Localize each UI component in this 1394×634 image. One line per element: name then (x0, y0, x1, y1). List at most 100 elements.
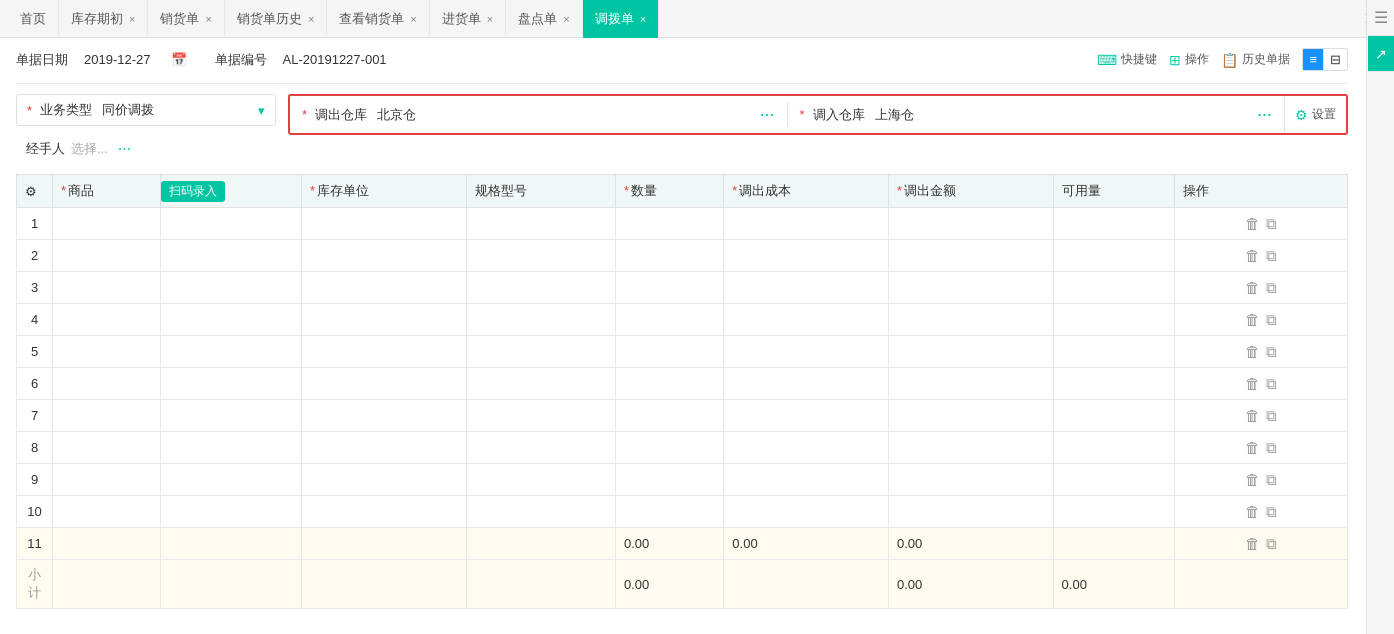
qty-cell-6[interactable] (615, 368, 723, 400)
delete-btn-5[interactable]: 🗑 (1245, 343, 1260, 360)
qty-cell-8[interactable] (615, 432, 723, 464)
tab-view-sales[interactable]: 查看销货单 × (327, 0, 429, 38)
qty-cell-9[interactable] (615, 464, 723, 496)
copy-btn-2[interactable]: ⧉ (1266, 247, 1277, 265)
copy-btn-5[interactable]: ⧉ (1266, 343, 1277, 361)
tab-home[interactable]: 首页 (8, 0, 59, 38)
history-btn[interactable]: 📋 历史单据 (1221, 51, 1290, 68)
grid-icon: ⊞ (1169, 52, 1181, 68)
delete-btn-10[interactable]: 🗑 (1245, 503, 1260, 520)
copy-btn-6[interactable]: ⧉ (1266, 375, 1277, 393)
spec-cell-6 (466, 368, 615, 400)
amount-cell-8[interactable] (888, 432, 1053, 464)
product-cell-5[interactable] (53, 336, 161, 368)
close-tab-sales-history[interactable]: × (308, 13, 314, 25)
operations-btn[interactable]: ⊞ 操作 (1169, 51, 1209, 68)
copy-btn-4[interactable]: ⧉ (1266, 311, 1277, 329)
amount-cell-10[interactable] (888, 496, 1053, 528)
cost-cell-3[interactable] (724, 272, 889, 304)
list-view-btn[interactable]: ≡ (1303, 49, 1324, 70)
product-cell-7[interactable] (53, 400, 161, 432)
spec-cell-7 (466, 400, 615, 432)
product-cell-1[interactable] (53, 208, 161, 240)
amount-cell-5[interactable] (888, 336, 1053, 368)
tab-sales-history[interactable]: 销货单历史 × (225, 0, 327, 38)
scan-entry-btn[interactable]: 扫码录入 (161, 181, 225, 202)
copy-btn-10[interactable]: ⧉ (1266, 503, 1277, 521)
qty-cell-5[interactable] (615, 336, 723, 368)
close-tab-inventory-init[interactable]: × (129, 13, 135, 25)
main-content: 单据日期 2019-12-27 📅 单据编号 AL-20191227-001 ⌨… (0, 38, 1394, 634)
delete-btn-4[interactable]: 🗑 (1245, 311, 1260, 328)
delete-btn-11[interactable]: 🗑 (1245, 535, 1260, 552)
cost-cell-10[interactable] (724, 496, 889, 528)
tab-purchase[interactable]: 进货单 × (430, 0, 506, 38)
cost-cell-4[interactable] (724, 304, 889, 336)
copy-btn-1[interactable]: ⧉ (1266, 215, 1277, 233)
amount-cell-9[interactable] (888, 464, 1053, 496)
copy-btn-9[interactable]: ⧉ (1266, 471, 1277, 489)
cost-cell-1[interactable] (724, 208, 889, 240)
person-more-btn[interactable]: ··· (118, 140, 131, 158)
amount-cell-4[interactable] (888, 304, 1053, 336)
qty-cell-7[interactable] (615, 400, 723, 432)
close-tab-stocktake[interactable]: × (563, 13, 569, 25)
product-cell-9[interactable] (53, 464, 161, 496)
calendar-icon[interactable]: 📅 (171, 52, 187, 67)
close-tab-transfer[interactable]: × (640, 13, 646, 25)
qty-cell-2[interactable] (615, 240, 723, 272)
product-cell-8[interactable] (53, 432, 161, 464)
product-cell-10[interactable] (53, 496, 161, 528)
product-cell-6[interactable] (53, 368, 161, 400)
cost-cell-8[interactable] (724, 432, 889, 464)
close-tab-purchase[interactable]: × (487, 13, 493, 25)
copy-btn-11[interactable]: ⧉ (1266, 535, 1277, 553)
table-row: 3 🗑 ⧉ (17, 272, 1348, 304)
cost-cell-9[interactable] (724, 464, 889, 496)
cost-cell-7[interactable] (724, 400, 889, 432)
qty-cell-1[interactable] (615, 208, 723, 240)
cost-cell-5[interactable] (724, 336, 889, 368)
business-type-dropdown[interactable]: ▾ (258, 103, 265, 118)
tab-sales-order[interactable]: 销货单 × (148, 0, 224, 38)
required-star-in: * (800, 107, 805, 122)
shortcuts-btn[interactable]: ⌨ 快捷键 (1097, 51, 1157, 68)
tab-inventory-init[interactable]: 库存期初 × (59, 0, 148, 38)
delete-btn-6[interactable]: 🗑 (1245, 375, 1260, 392)
transfer-in-more-btn[interactable]: ··· (1257, 104, 1272, 125)
amount-cell-2[interactable] (888, 240, 1053, 272)
warehouse-settings-btn[interactable]: ⚙ 设置 (1284, 96, 1346, 133)
amount-cell-1[interactable] (888, 208, 1053, 240)
product-cell-4[interactable] (53, 304, 161, 336)
cost-cell-2[interactable] (724, 240, 889, 272)
qty-cell-10[interactable] (615, 496, 723, 528)
delete-btn-9[interactable]: 🗑 (1245, 471, 1260, 488)
tab-transfer[interactable]: 调拨单 × (583, 0, 659, 38)
copy-btn-8[interactable]: ⧉ (1266, 439, 1277, 457)
th-gear[interactable]: ⚙ (17, 175, 53, 208)
copy-btn-3[interactable]: ⧉ (1266, 279, 1277, 297)
close-tab-view-sales[interactable]: × (410, 13, 416, 25)
right-panel-export-btn[interactable]: ↗ (1368, 36, 1394, 72)
grid-view-btn[interactable]: ⊟ (1324, 49, 1347, 70)
delete-btn-8[interactable]: 🗑 (1245, 439, 1260, 456)
delete-btn-1[interactable]: 🗑 (1245, 215, 1260, 232)
cost-cell-6[interactable] (724, 368, 889, 400)
amount-cell-7[interactable] (888, 400, 1053, 432)
close-tab-sales-order[interactable]: × (205, 13, 211, 25)
product-cell-2[interactable] (53, 240, 161, 272)
amount-cell-3[interactable] (888, 272, 1053, 304)
delete-btn-3[interactable]: 🗑 (1245, 279, 1260, 296)
th-scan[interactable]: 扫码录入 (161, 175, 302, 208)
qty-cell-4[interactable] (615, 304, 723, 336)
tab-stocktake[interactable]: 盘点单 × (506, 0, 582, 38)
amount-cell-6[interactable] (888, 368, 1053, 400)
qty-cell-3[interactable] (615, 272, 723, 304)
product-cell-3[interactable] (53, 272, 161, 304)
copy-btn-7[interactable]: ⧉ (1266, 407, 1277, 425)
transfer-out-more-btn[interactable]: ··· (759, 104, 774, 125)
right-panel-list-btn[interactable]: ☰ (1368, 0, 1394, 36)
person-select[interactable]: 选择... (71, 140, 108, 158)
delete-btn-2[interactable]: 🗑 (1245, 247, 1260, 264)
delete-btn-7[interactable]: 🗑 (1245, 407, 1260, 424)
